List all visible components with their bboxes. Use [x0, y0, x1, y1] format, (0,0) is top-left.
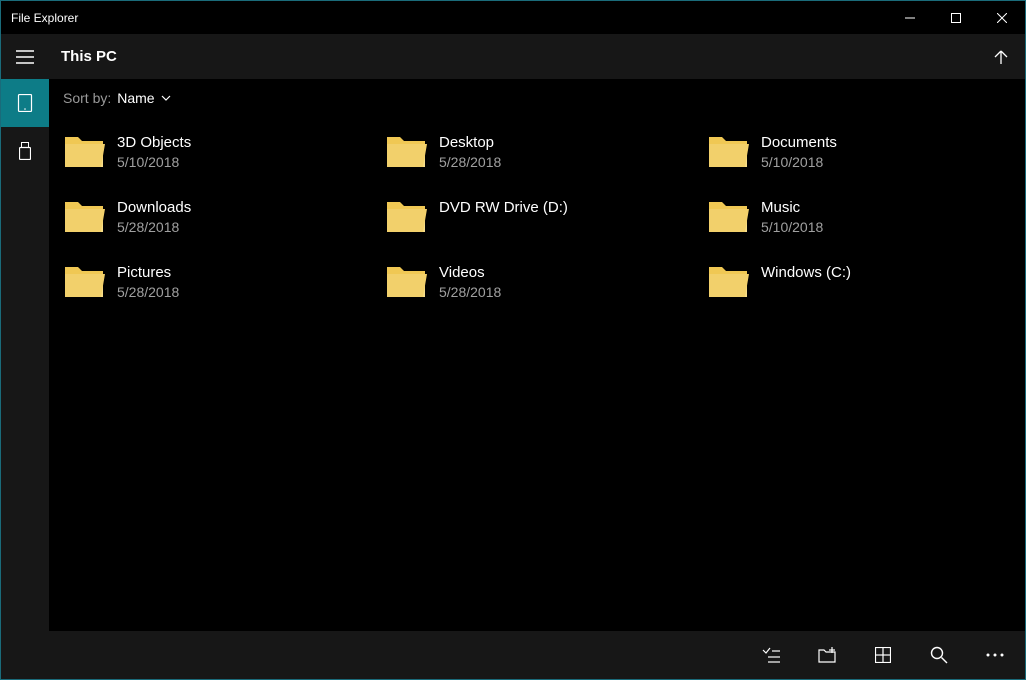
- folder-icon: [707, 263, 749, 301]
- item-name: Downloads: [117, 198, 191, 218]
- folder-item[interactable]: DVD RW Drive (D:): [381, 192, 693, 257]
- new-folder-button[interactable]: [799, 631, 855, 679]
- minimize-button[interactable]: [887, 1, 933, 34]
- main-content: Sort by: Name 3D Objects 5/10/2018 Deskt…: [49, 79, 1025, 679]
- item-date: 5/10/2018: [761, 218, 823, 238]
- folder-icon: [63, 263, 105, 301]
- more-button[interactable]: [967, 631, 1023, 679]
- folder-item[interactable]: 3D Objects 5/10/2018: [59, 127, 371, 192]
- sidebar-this-pc[interactable]: [1, 79, 49, 127]
- tablet-icon: [17, 94, 33, 112]
- chevron-down-icon: [161, 95, 171, 101]
- sidebar-removable[interactable]: [1, 127, 49, 175]
- search-button[interactable]: [911, 631, 967, 679]
- item-date: 5/28/2018: [439, 153, 501, 173]
- sort-bar: Sort by: Name: [49, 79, 1025, 117]
- close-icon: [997, 13, 1007, 23]
- item-name: DVD RW Drive (D:): [439, 198, 568, 218]
- new-folder-icon: [818, 647, 836, 663]
- item-name: Documents: [761, 133, 837, 153]
- item-date: 5/28/2018: [439, 283, 501, 303]
- folder-item[interactable]: Videos 5/28/2018: [381, 257, 693, 322]
- select-button[interactable]: [743, 631, 799, 679]
- close-button[interactable]: [979, 1, 1025, 34]
- sort-value-text: Name: [117, 90, 154, 106]
- maximize-button[interactable]: [933, 1, 979, 34]
- item-name: Windows (C:): [761, 263, 851, 283]
- folder-item[interactable]: Desktop 5/28/2018: [381, 127, 693, 192]
- item-date: 5/28/2018: [117, 218, 191, 238]
- folder-icon: [63, 133, 105, 171]
- sidebar: [1, 79, 49, 679]
- item-date: 5/10/2018: [117, 153, 191, 173]
- folder-icon: [385, 133, 427, 171]
- hamburger-button[interactable]: [1, 34, 49, 79]
- up-directory-button[interactable]: [977, 34, 1025, 79]
- window-title: File Explorer: [11, 11, 887, 25]
- folder-item[interactable]: Downloads 5/28/2018: [59, 192, 371, 257]
- item-name: Desktop: [439, 133, 501, 153]
- folder-icon: [385, 263, 427, 301]
- view-button[interactable]: [855, 631, 911, 679]
- folder-icon: [385, 198, 427, 236]
- items-grid: 3D Objects 5/10/2018 Desktop 5/28/2018 D…: [49, 117, 1025, 679]
- minimize-icon: [905, 13, 915, 23]
- usb-drive-icon: [19, 142, 31, 160]
- folder-item[interactable]: Documents 5/10/2018: [703, 127, 1015, 192]
- item-name: 3D Objects: [117, 133, 191, 153]
- hamburger-icon: [16, 50, 34, 64]
- arrow-up-icon: [993, 49, 1009, 65]
- folder-icon: [707, 133, 749, 171]
- location-title: This PC: [61, 48, 977, 65]
- folder-item[interactable]: Music 5/10/2018: [703, 192, 1015, 257]
- select-list-icon: [762, 647, 780, 663]
- grid-view-icon: [875, 647, 891, 663]
- item-date: 5/10/2018: [761, 153, 837, 173]
- item-name: Pictures: [117, 263, 179, 283]
- command-bar: [49, 631, 1025, 679]
- item-name: Videos: [439, 263, 501, 283]
- more-icon: [986, 653, 1004, 657]
- folder-icon: [707, 198, 749, 236]
- header-bar: This PC: [1, 34, 1025, 79]
- sort-dropdown[interactable]: Name: [117, 90, 170, 106]
- item-date: 5/28/2018: [117, 283, 179, 303]
- search-icon: [930, 646, 948, 664]
- folder-icon: [63, 198, 105, 236]
- sort-by-label: Sort by:: [63, 90, 111, 106]
- titlebar[interactable]: File Explorer: [1, 1, 1025, 34]
- folder-item[interactable]: Windows (C:): [703, 257, 1015, 322]
- maximize-icon: [951, 13, 961, 23]
- folder-item[interactable]: Pictures 5/28/2018: [59, 257, 371, 322]
- item-name: Music: [761, 198, 823, 218]
